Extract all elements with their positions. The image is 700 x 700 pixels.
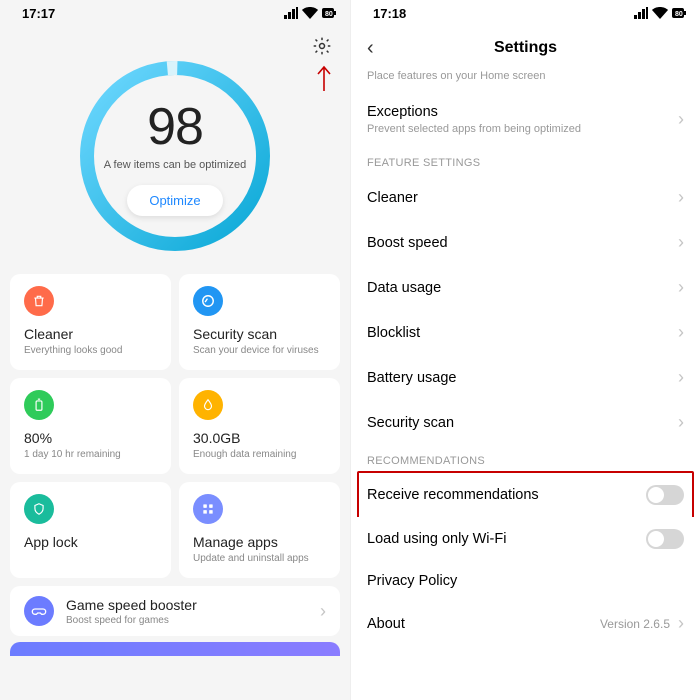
row-title: Exceptions xyxy=(367,104,581,120)
card-sub: Everything looks good xyxy=(24,345,157,356)
back-button[interactable]: ‹ xyxy=(367,37,374,60)
status-time: 17:18 xyxy=(373,6,406,21)
row-data-usage[interactable]: Data usage › xyxy=(351,265,700,310)
score-ring-wrap: 98 A few items can be optimized Optimize xyxy=(12,32,338,256)
promo-strip xyxy=(10,642,340,656)
toggle-receive-recommendations[interactable] xyxy=(646,485,684,505)
annotation-arrow xyxy=(316,64,332,97)
card-sub: Update and uninstall apps xyxy=(193,553,326,564)
chevron-right-icon: › xyxy=(678,367,684,388)
row-blocklist[interactable]: Blocklist › xyxy=(351,310,700,355)
ring-graphic xyxy=(75,56,275,256)
row-title: Boost speed xyxy=(367,235,448,251)
row-battery-usage[interactable]: Battery usage › xyxy=(351,355,700,400)
card-sub: Enough data remaining xyxy=(193,449,326,460)
chevron-right-icon: › xyxy=(678,613,684,634)
version-label: Version 2.6.5 xyxy=(600,617,670,631)
card-sub: 1 day 10 hr remaining xyxy=(24,449,157,460)
signal-icon xyxy=(284,7,298,19)
status-bar: 17:18 80 xyxy=(351,0,700,26)
chevron-right-icon: › xyxy=(678,187,684,208)
shield-icon xyxy=(24,494,54,524)
card-security-scan[interactable]: Security scan Scan your device for virus… xyxy=(179,274,340,370)
status-bar: 17:17 80 xyxy=(0,0,350,26)
battery-icon: 80 xyxy=(322,7,336,19)
card-title: App lock xyxy=(24,534,157,550)
home-screen-sub: Place features on your Home screen xyxy=(351,70,700,92)
wifi-icon xyxy=(652,7,668,19)
row-title: Security scan xyxy=(367,415,454,431)
score-ring: 98 A few items can be optimized Optimize xyxy=(75,56,275,256)
toggle-wifi-only[interactable] xyxy=(646,529,684,549)
chevron-right-icon: › xyxy=(678,109,684,130)
card-title: Game speed booster xyxy=(66,597,308,613)
section-feature-settings: FEATURE SETTINGS xyxy=(351,147,700,175)
battery-icon xyxy=(24,390,54,420)
trash-icon xyxy=(24,286,54,316)
row-title: Blocklist xyxy=(367,325,420,341)
feature-grid: Cleaner Everything looks good Security s… xyxy=(0,256,350,586)
card-cleaner[interactable]: Cleaner Everything looks good xyxy=(10,274,171,370)
row-title: About xyxy=(367,616,405,632)
status-time: 17:17 xyxy=(22,6,55,21)
scan-icon xyxy=(193,286,223,316)
row-title: Cleaner xyxy=(367,190,418,206)
card-app-lock[interactable]: App lock xyxy=(10,482,171,578)
gamepad-icon xyxy=(24,596,54,626)
chevron-right-icon: › xyxy=(678,277,684,298)
row-title: Battery usage xyxy=(367,370,456,386)
row-cleaner[interactable]: Cleaner › xyxy=(351,175,700,220)
svg-text:80: 80 xyxy=(675,11,683,18)
chevron-right-icon: › xyxy=(320,601,326,622)
drop-icon xyxy=(193,390,223,420)
row-receive-recommendations[interactable]: Receive recommendations xyxy=(351,473,700,517)
card-sub: Boost speed for games xyxy=(66,615,308,626)
svg-text:80: 80 xyxy=(325,11,333,18)
chevron-right-icon: › xyxy=(678,412,684,433)
row-exceptions[interactable]: Exceptions Prevent selected apps from be… xyxy=(351,92,700,147)
card-battery[interactable]: 80% 1 day 10 hr remaining xyxy=(10,378,171,474)
row-title: Data usage xyxy=(367,280,441,296)
arrow-up-icon xyxy=(316,64,332,92)
row-title: Load using only Wi-Fi xyxy=(367,531,506,547)
row-title: Receive recommendations xyxy=(367,487,539,503)
row-sub: Prevent selected apps from being optimiz… xyxy=(367,123,581,135)
status-icons: 80 xyxy=(284,7,336,19)
chevron-right-icon: › xyxy=(678,322,684,343)
card-title: Manage apps xyxy=(193,534,326,550)
header: ‹ Settings xyxy=(351,26,700,70)
card-manage-apps[interactable]: Manage apps Update and uninstall apps xyxy=(179,482,340,578)
settings-button[interactable] xyxy=(312,36,332,61)
card-title: Security scan xyxy=(193,326,326,342)
chevron-right-icon: › xyxy=(678,232,684,253)
grid-icon xyxy=(193,494,223,524)
section-recommendations: RECOMMENDATIONS xyxy=(351,445,700,473)
row-about[interactable]: About Version 2.6.5 › xyxy=(351,601,700,646)
battery-icon: 80 xyxy=(672,7,686,19)
row-title: Privacy Policy xyxy=(367,573,457,589)
wifi-icon xyxy=(302,7,318,19)
card-title: 30.0GB xyxy=(193,430,326,446)
security-app-screen: 17:17 80 98 A few items can be optimized xyxy=(0,0,350,700)
settings-screen: 17:18 80 ‹ Settings Place features on yo… xyxy=(350,0,700,700)
card-title: 80% xyxy=(24,430,157,446)
card-data[interactable]: 30.0GB Enough data remaining xyxy=(179,378,340,474)
signal-icon xyxy=(634,7,648,19)
status-icons: 80 xyxy=(634,7,686,19)
hero-area: 98 A few items can be optimized Optimize xyxy=(0,26,350,256)
page-title: Settings xyxy=(351,39,700,57)
gear-icon xyxy=(312,36,332,56)
card-game-booster[interactable]: Game speed booster Boost speed for games… xyxy=(10,586,340,636)
row-load-wifi-only[interactable]: Load using only Wi-Fi xyxy=(351,517,700,561)
card-sub: Scan your device for viruses xyxy=(193,345,326,356)
card-title: Cleaner xyxy=(24,326,157,342)
row-security-scan[interactable]: Security scan › xyxy=(351,400,700,445)
row-privacy-policy[interactable]: Privacy Policy xyxy=(351,561,700,601)
row-boost-speed[interactable]: Boost speed › xyxy=(351,220,700,265)
